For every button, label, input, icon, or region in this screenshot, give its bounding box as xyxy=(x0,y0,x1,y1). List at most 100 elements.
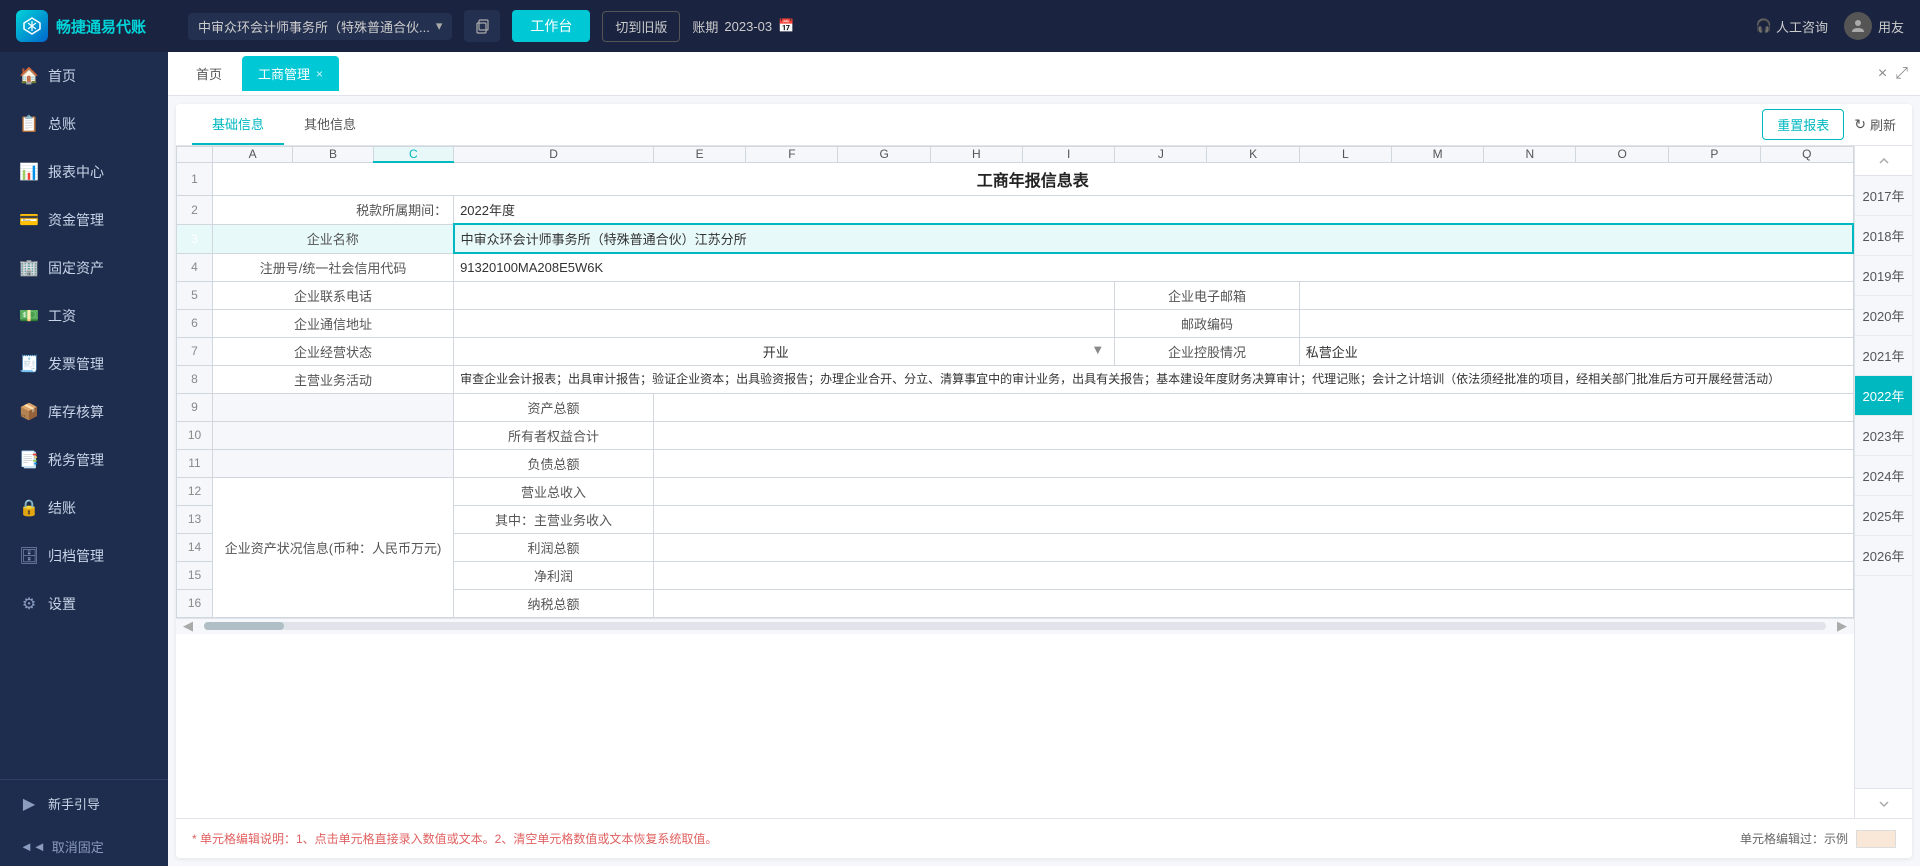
year-2026[interactable]: 2026年 xyxy=(1855,536,1912,576)
cell-6-zip[interactable] xyxy=(1299,309,1853,337)
col-header-d[interactable]: D xyxy=(454,147,654,163)
year-2021[interactable]: 2021年 xyxy=(1855,336,1912,376)
user-menu[interactable]: 用友 xyxy=(1844,12,1904,40)
table-row: 4 注册号/统一社会信用代码 91320100MA208E5W6K xyxy=(177,253,1854,281)
refresh-button[interactable]: ↻ 刷新 xyxy=(1854,115,1896,134)
row-num-5: 5 xyxy=(177,281,213,309)
col-header-j[interactable]: J xyxy=(1115,147,1207,163)
cell-2-value[interactable]: 2022年度 xyxy=(454,196,1853,225)
table-title: 工商年报信息表 xyxy=(213,162,1854,196)
hscroll-right-arrow[interactable]: ▶ xyxy=(1830,618,1854,634)
hscroll-thumb[interactable] xyxy=(204,622,284,630)
year-nav-down-button[interactable] xyxy=(1855,788,1913,818)
tabbar-close-icon[interactable]: × xyxy=(1878,65,1887,83)
cell-13-value[interactable] xyxy=(653,505,1853,533)
cell-3-value[interactable]: 中审众环会计师事务所（特殊普通合伙）江苏分所 xyxy=(454,224,1853,253)
col-header-b[interactable]: B xyxy=(293,147,373,163)
cell-11-value[interactable] xyxy=(653,449,1853,477)
copy-button[interactable] xyxy=(464,10,500,42)
cell-8-value[interactable]: 审查企业会计报表；出具审计报告；验证企业资本；出具验资报告；办理企业合开、分立、… xyxy=(454,365,1853,393)
tab-close-icon[interactable]: × xyxy=(316,67,323,81)
spreadsheet-main[interactable]: A B C D E F G H I J K L xyxy=(176,146,1854,818)
subtab-bar: 基础信息 其他信息 重置报表 ↻ 刷新 xyxy=(176,104,1912,146)
sidebar-item-assets[interactable]: 🏢 固定资产 xyxy=(0,244,168,292)
calendar-icon[interactable]: 📅 xyxy=(778,18,794,34)
table-row: 9 资产总额 xyxy=(177,393,1854,421)
col-header-e[interactable]: E xyxy=(653,147,745,163)
cell-9-value[interactable] xyxy=(653,393,1853,421)
sidebar-item-ledger[interactable]: 📋 总账 xyxy=(0,100,168,148)
subtab-basic[interactable]: 基础信息 xyxy=(192,104,284,145)
col-header-l[interactable]: L xyxy=(1299,147,1391,163)
year-2020[interactable]: 2020年 xyxy=(1855,296,1912,336)
year-nav-up-button[interactable] xyxy=(1855,146,1913,176)
year-2022[interactable]: 2022年 xyxy=(1855,376,1912,416)
horizontal-scrollbar[interactable]: ◀ ▶ xyxy=(176,618,1854,634)
year-2018[interactable]: 2018年 xyxy=(1855,216,1912,256)
year-2023[interactable]: 2023年 xyxy=(1855,416,1912,456)
year-2025[interactable]: 2025年 xyxy=(1855,496,1912,536)
oldversion-button[interactable]: 切到旧版 xyxy=(602,11,680,42)
tab-home[interactable]: 首页 xyxy=(180,56,238,91)
sidebar-item-home[interactable]: 🏠 首页 xyxy=(0,52,168,100)
cell-15-label: 净利润 xyxy=(454,561,654,589)
sidebar-item-report[interactable]: 📊 报表中心 xyxy=(0,148,168,196)
assets-icon: 🏢 xyxy=(20,259,38,277)
col-header-m[interactable]: M xyxy=(1391,147,1483,163)
col-header-c[interactable]: C xyxy=(373,147,453,163)
cell-12-value[interactable] xyxy=(653,477,1853,505)
sidebar-item-newbie[interactable]: ▶ 新手引导 xyxy=(0,780,168,827)
cell-15-value[interactable] xyxy=(653,561,1853,589)
table-row: 8 主营业务活动 审查企业会计报表；出具审计报告；验证企业资本；出具验资报告；办… xyxy=(177,365,1854,393)
col-header-p[interactable]: P xyxy=(1668,147,1760,163)
cell-16-value[interactable] xyxy=(653,589,1853,617)
col-header-i[interactable]: I xyxy=(1022,147,1114,163)
col-header-a[interactable]: A xyxy=(213,147,293,163)
sidebar-item-tax[interactable]: 📑 税务管理 xyxy=(0,436,168,484)
cell-6-addr[interactable] xyxy=(454,309,1115,337)
sidebar-label-salary: 工资 xyxy=(48,306,76,326)
col-header-h[interactable]: H xyxy=(930,147,1022,163)
year-2017[interactable]: 2017年 xyxy=(1855,176,1912,216)
table-row-selected: 3 企业名称 中审众环会计师事务所（特殊普通合伙）江苏分所 xyxy=(177,224,1854,253)
sidebar-item-fund[interactable]: 💳 资金管理 xyxy=(0,196,168,244)
cell-7-control[interactable]: 私营企业 xyxy=(1299,337,1853,365)
row-num-8: 8 xyxy=(177,365,213,393)
cell-10-value[interactable] xyxy=(653,421,1853,449)
sidebar-item-close[interactable]: 🔒 结账 xyxy=(0,484,168,532)
hscroll-left-arrow[interactable]: ◀ xyxy=(176,618,200,634)
sidebar-item-inventory[interactable]: 📦 库存核算 xyxy=(0,388,168,436)
cell-5-email[interactable] xyxy=(1299,281,1853,309)
company-name: 中审众环会计师事务所（特殊普通合伙... xyxy=(198,17,430,36)
workbench-button[interactable]: 工作台 xyxy=(512,10,590,42)
unpin-button[interactable]: ◄◄ 取消固定 xyxy=(0,827,168,866)
tabbar-expand-icon[interactable]: ⤢ xyxy=(1895,65,1908,83)
spreadsheet-table: A B C D E F G H I J K L xyxy=(176,146,1854,618)
col-header-q[interactable]: Q xyxy=(1760,147,1853,163)
service-button[interactable]: 🎧 人工咨询 xyxy=(1756,17,1828,36)
cell-7-status[interactable]: 开业▼ xyxy=(454,337,1115,365)
cell-4-label: 注册号/统一社会信用代码 xyxy=(213,253,454,281)
cell-5-phone[interactable] xyxy=(454,281,1115,309)
unpin-icon: ◄◄ xyxy=(20,839,46,854)
cell-11-group xyxy=(213,449,454,477)
col-header-f[interactable]: F xyxy=(746,147,838,163)
hscroll-track[interactable] xyxy=(204,622,1826,630)
sidebar-item-archive[interactable]: 🗄 归档管理 xyxy=(0,532,168,580)
sidebar-item-settings[interactable]: ⚙ 设置 xyxy=(0,580,168,628)
year-2019[interactable]: 2019年 xyxy=(1855,256,1912,296)
company-selector[interactable]: 中审众环会计师事务所（特殊普通合伙... ▾ xyxy=(188,13,452,40)
reset-button[interactable]: 重置报表 xyxy=(1762,109,1844,140)
sidebar-item-invoice[interactable]: 🧾 发票管理 xyxy=(0,340,168,388)
cell-4-value[interactable]: 91320100MA208E5W6K xyxy=(454,253,1853,281)
year-2024[interactable]: 2024年 xyxy=(1855,456,1912,496)
cell-14-value[interactable] xyxy=(653,533,1853,561)
sidebar-item-salary[interactable]: 💵 工资 xyxy=(0,292,168,340)
col-header-n[interactable]: N xyxy=(1484,147,1576,163)
col-header-g[interactable]: G xyxy=(838,147,930,163)
row-num-15: 15 xyxy=(177,561,213,589)
col-header-k[interactable]: K xyxy=(1207,147,1299,163)
subtab-other[interactable]: 其他信息 xyxy=(284,104,376,145)
tab-commerce[interactable]: 工商管理 × xyxy=(242,56,339,91)
col-header-o[interactable]: O xyxy=(1576,147,1668,163)
